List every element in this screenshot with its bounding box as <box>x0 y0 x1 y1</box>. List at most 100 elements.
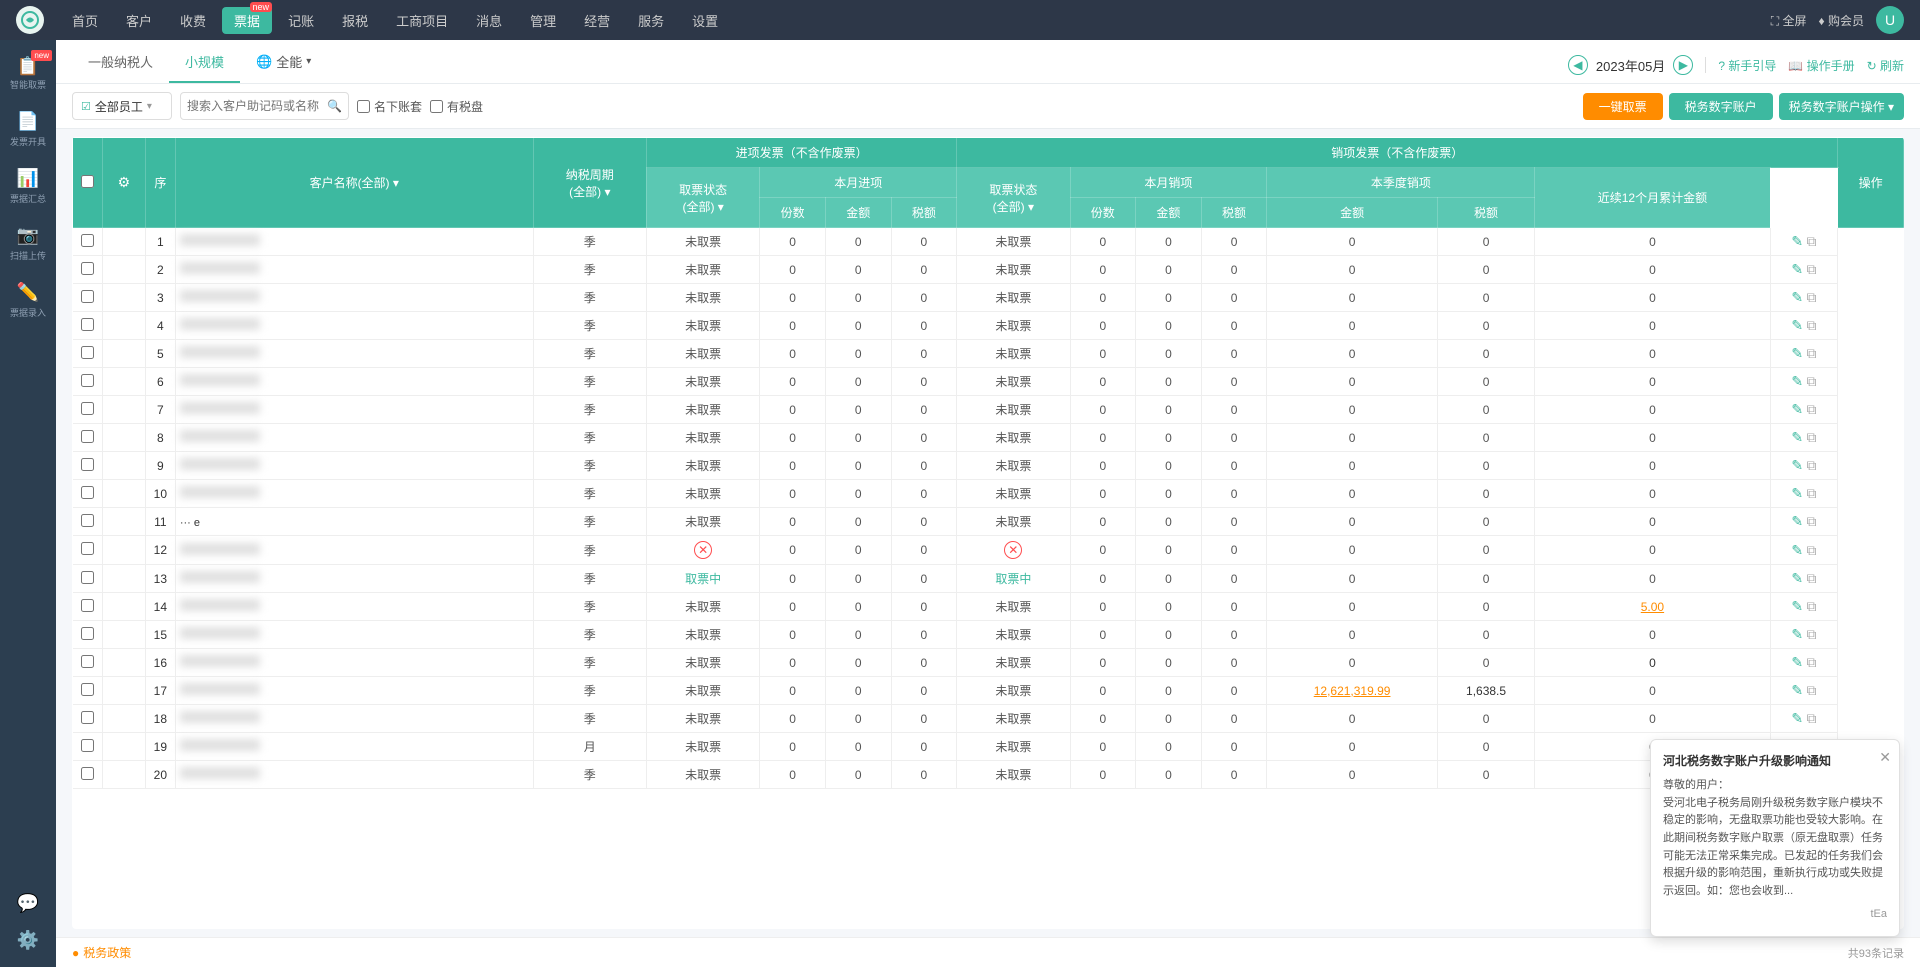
select-all-checkbox[interactable] <box>81 175 94 188</box>
edit-icon[interactable]: ✎ <box>1791 317 1803 333</box>
row-checkbox[interactable] <box>81 458 94 471</box>
user-avatar[interactable]: U <box>1876 6 1904 34</box>
nav-home[interactable]: 首页 <box>60 7 110 34</box>
sidebar-item-config[interactable]: ⚙️ <box>13 922 43 959</box>
tab-small-scale[interactable]: 小规模 <box>169 42 240 83</box>
sidebar-item-entry[interactable]: ✏️ 票据录入 <box>0 274 56 327</box>
sidebar-item-scan[interactable]: 📷 扫描上传 <box>0 217 56 270</box>
one-click-ticket-btn[interactable]: 一键取票 <box>1583 93 1663 120</box>
copy-icon[interactable]: ⧉ <box>1806 373 1816 389</box>
copy-icon[interactable]: ⧉ <box>1806 429 1816 445</box>
row-checkbox[interactable] <box>81 571 94 584</box>
row-checkbox[interactable] <box>81 767 94 780</box>
row-checkbox[interactable] <box>81 711 94 724</box>
copy-icon[interactable]: ⧉ <box>1806 485 1816 501</box>
sidebar-item-invoice-open[interactable]: 📄 发票开具 <box>0 103 56 156</box>
settings-icon[interactable]: ⚙ <box>118 174 131 190</box>
digital-account-op-btn[interactable]: 税务数字账户操作 ▾ <box>1779 93 1904 120</box>
row-checkbox[interactable] <box>81 627 94 640</box>
refresh-btn[interactable]: ↻ 刷新 <box>1867 57 1904 74</box>
edit-icon[interactable]: ✎ <box>1791 710 1803 726</box>
row-checkbox[interactable] <box>81 290 94 303</box>
copy-icon[interactable]: ⧉ <box>1806 654 1816 670</box>
nav-settings[interactable]: 设置 <box>680 7 730 34</box>
nav-message[interactable]: 消息 <box>464 7 514 34</box>
row-checkbox[interactable] <box>81 542 94 555</box>
fullscreen-btn[interactable]: ⛶ 全屏 <box>1771 12 1807 29</box>
nav-fee[interactable]: 收费 <box>168 7 218 34</box>
row-checkbox[interactable] <box>81 262 94 275</box>
edit-icon[interactable]: ✎ <box>1791 401 1803 417</box>
copy-icon[interactable]: ⧉ <box>1806 233 1816 249</box>
sub-account-checkbox[interactable] <box>357 100 370 113</box>
copy-icon[interactable]: ⧉ <box>1806 317 1816 333</box>
sidebar-item-message[interactable]: 💬 <box>13 885 43 922</box>
row-checkbox[interactable] <box>81 374 94 387</box>
tax-disk-checkbox[interactable] <box>430 100 443 113</box>
copy-icon[interactable]: ⧉ <box>1806 626 1816 642</box>
row-checkbox[interactable] <box>81 486 94 499</box>
employee-select[interactable]: ☑ 全部员工 ▾ <box>72 92 172 120</box>
copy-icon[interactable]: ⧉ <box>1806 710 1816 726</box>
row-checkbox[interactable] <box>81 318 94 331</box>
edit-icon[interactable]: ✎ <box>1791 682 1803 698</box>
edit-icon[interactable]: ✎ <box>1791 233 1803 249</box>
edit-icon[interactable]: ✎ <box>1791 598 1803 614</box>
edit-icon[interactable]: ✎ <box>1791 289 1803 305</box>
nav-operate[interactable]: 经营 <box>572 7 622 34</box>
guide-btn[interactable]: ? 新手引导 <box>1718 57 1776 74</box>
edit-icon[interactable]: ✎ <box>1791 542 1803 558</box>
edit-icon[interactable]: ✎ <box>1791 373 1803 389</box>
search-input[interactable] <box>187 99 327 113</box>
copy-icon[interactable]: ⧉ <box>1806 598 1816 614</box>
digital-account-btn[interactable]: 税务数字账户 <box>1669 93 1773 120</box>
period-prev-btn[interactable]: ◀ <box>1568 55 1588 75</box>
tab-all[interactable]: 🌐 全能 ▾ <box>240 42 327 83</box>
copy-icon[interactable]: ⧉ <box>1806 542 1816 558</box>
nav-customer[interactable]: 客户 <box>114 7 164 34</box>
copy-icon[interactable]: ⧉ <box>1806 345 1816 361</box>
row-checkbox[interactable] <box>81 655 94 668</box>
row-checkbox[interactable] <box>81 346 94 359</box>
copy-icon[interactable]: ⧉ <box>1806 682 1816 698</box>
nav-ticket[interactable]: 票据 new <box>222 7 272 34</box>
vip-btn[interactable]: ♦ 购会员 <box>1819 12 1864 29</box>
period-next-btn[interactable]: ▶ <box>1673 55 1693 75</box>
nav-manage[interactable]: 管理 <box>518 7 568 34</box>
row-checkbox[interactable] <box>81 739 94 752</box>
tab-general-taxpayer[interactable]: 一般纳税人 <box>72 42 169 83</box>
search-box[interactable]: 🔍 <box>180 92 349 120</box>
checkbox-sub-account[interactable]: 名下账套 <box>357 98 422 115</box>
edit-icon[interactable]: ✎ <box>1791 626 1803 642</box>
edit-icon[interactable]: ✎ <box>1791 485 1803 501</box>
row-checkbox[interactable] <box>81 514 94 527</box>
checkbox-tax-disk[interactable]: 有税盘 <box>430 98 483 115</box>
edit-icon[interactable]: ✎ <box>1791 429 1803 445</box>
copy-icon[interactable]: ⧉ <box>1806 513 1816 529</box>
copy-icon[interactable]: ⧉ <box>1806 261 1816 277</box>
quarter-amount-highlight[interactable]: 12,621,319.99 <box>1314 684 1391 698</box>
copy-icon[interactable]: ⧉ <box>1806 457 1816 473</box>
notification-close-btn[interactable]: ✕ <box>1879 746 1891 768</box>
edit-icon[interactable]: ✎ <box>1791 457 1803 473</box>
nav-service[interactable]: 服务 <box>626 7 676 34</box>
row-checkbox[interactable] <box>81 430 94 443</box>
sidebar-item-summary[interactable]: 📊 票据汇总 <box>0 160 56 213</box>
edit-icon[interactable]: ✎ <box>1791 570 1803 586</box>
edit-icon[interactable]: ✎ <box>1791 261 1803 277</box>
copy-icon[interactable]: ⧉ <box>1806 401 1816 417</box>
edit-icon[interactable]: ✎ <box>1791 654 1803 670</box>
edit-icon[interactable]: ✎ <box>1791 513 1803 529</box>
row-checkbox[interactable] <box>81 599 94 612</box>
copy-icon[interactable]: ⧉ <box>1806 289 1816 305</box>
sidebar-item-smart-ticket[interactable]: 📋 智能取票 new <box>0 48 56 99</box>
nav-tax[interactable]: 报税 <box>330 7 380 34</box>
copy-icon[interactable]: ⧉ <box>1806 570 1816 586</box>
row-checkbox[interactable] <box>81 402 94 415</box>
nav-accounting[interactable]: 记账 <box>276 7 326 34</box>
highlight-value[interactable]: 5.00 <box>1641 600 1664 614</box>
nav-business[interactable]: 工商项目 <box>384 7 460 34</box>
row-checkbox[interactable] <box>81 683 94 696</box>
row-checkbox[interactable] <box>81 234 94 247</box>
policy-label[interactable]: 税务政策 <box>83 944 131 961</box>
